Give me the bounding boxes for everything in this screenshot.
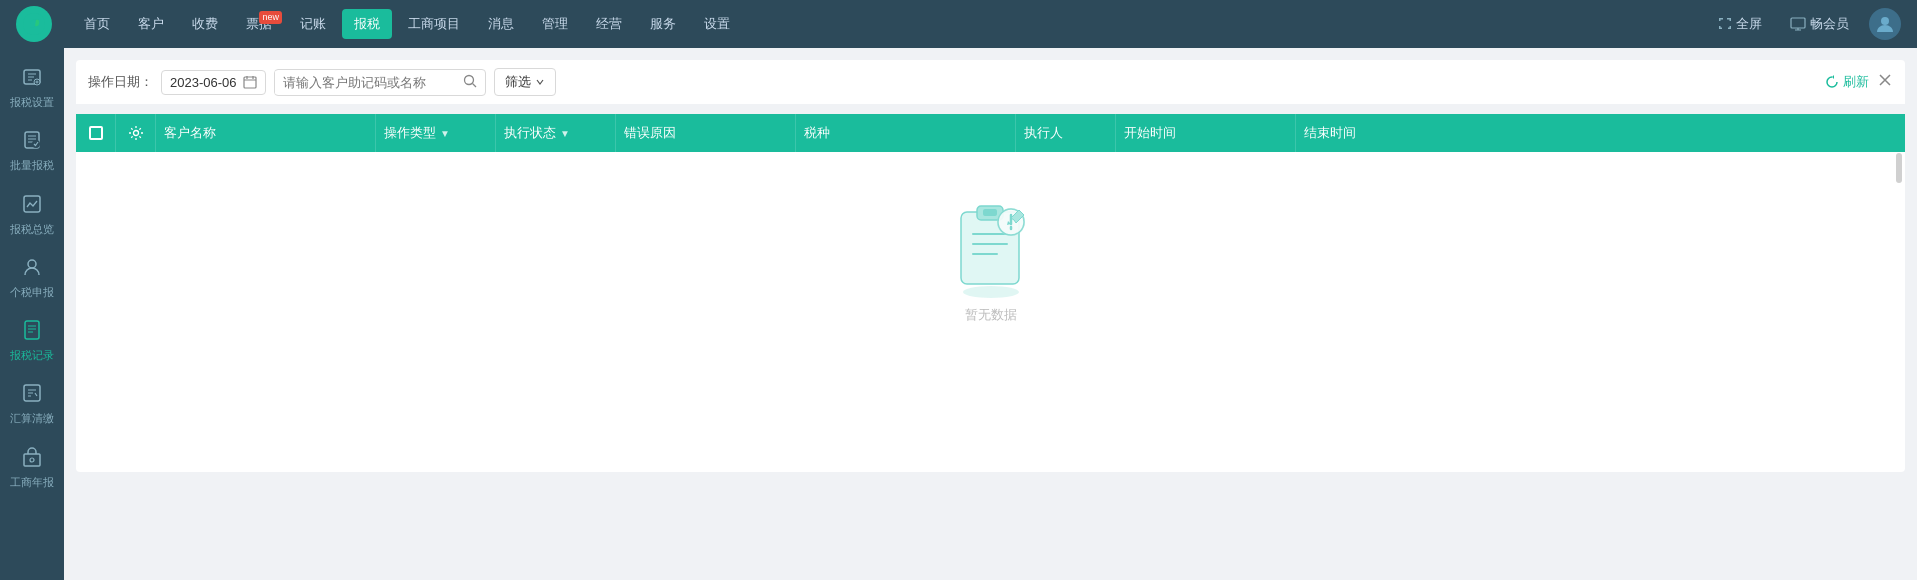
sidebar-label-settlement: 汇算清缴 [10, 411, 54, 425]
tax-record-icon [21, 319, 43, 344]
personal-tax-icon [21, 256, 43, 281]
scrollbar-thumb[interactable] [1896, 153, 1902, 183]
scrollbar-track[interactable] [1895, 152, 1903, 472]
search-icon [463, 74, 477, 88]
nav-mgmt[interactable]: 管理 [530, 9, 580, 39]
date-value: 2023-06-06 [170, 75, 237, 90]
empty-state: 暂无数据 [76, 152, 1905, 384]
top-navigation: 首页 客户 收费 票据 new 记账 报税 工商项目 消息 管理 经营 服务 设… [0, 0, 1917, 48]
th-op-type: 操作类型 ▼ [376, 114, 496, 152]
th-error-reason: 错误原因 [616, 114, 796, 152]
nav-menu: 首页 客户 收费 票据 new 记账 报税 工商项目 消息 管理 经营 服务 设… [72, 9, 1710, 39]
search-box [274, 69, 486, 96]
svg-point-16 [963, 286, 1019, 298]
th-checkbox[interactable] [76, 114, 116, 152]
nav-settings[interactable]: 设置 [692, 9, 742, 39]
op-type-sort-icon[interactable]: ▼ [440, 128, 450, 139]
toolbar-right: 刷新 [1825, 72, 1893, 92]
app-logo[interactable] [16, 6, 52, 42]
avatar-icon [1873, 12, 1897, 36]
refresh-button[interactable]: 刷新 [1825, 73, 1869, 91]
close-icon [1877, 72, 1893, 88]
data-table: 客户名称 操作类型 ▼ 执行状态 ▼ 错误原因 税种 执行人 [76, 114, 1905, 472]
th-client-name: 客户名称 [156, 114, 376, 152]
calendar-icon [243, 75, 257, 89]
sidebar-label-tax-record: 报税记录 [10, 348, 54, 362]
svg-rect-9 [25, 321, 39, 339]
sidebar-item-annual-report[interactable]: 工商年报 [0, 436, 64, 499]
sidebar-item-personal-tax[interactable]: 个税申报 [0, 246, 64, 309]
svg-rect-7 [24, 196, 40, 212]
nav-account[interactable]: 记账 [288, 9, 338, 39]
top-right-actions: 全屏 畅会员 [1710, 8, 1901, 40]
nav-home[interactable]: 首页 [72, 9, 122, 39]
header-checkbox[interactable] [89, 126, 103, 140]
main-layout: 报税设置 批量报税 报税总览 [0, 48, 1917, 580]
fullscreen-icon [1718, 17, 1732, 31]
date-label: 操作日期： [88, 73, 153, 91]
nav-invoice[interactable]: 票据 new [234, 9, 284, 39]
svg-point-15 [133, 131, 138, 136]
column-settings-icon [128, 125, 144, 141]
sidebar-item-batch-tax[interactable]: 批量报税 [0, 119, 64, 182]
svg-point-2 [1881, 17, 1889, 25]
search-button[interactable] [455, 70, 485, 95]
sidebar-item-tax-record[interactable]: 报税记录 [0, 309, 64, 372]
exec-status-sort-icon[interactable]: ▼ [560, 128, 570, 139]
nav-tax[interactable]: 报税 [342, 9, 392, 39]
nav-biz[interactable]: 工商项目 [396, 9, 472, 39]
tax-settings-icon [21, 66, 43, 91]
sidebar-item-tax-summary[interactable]: 报税总览 [0, 183, 64, 246]
new-badge: new [259, 11, 282, 24]
close-button[interactable] [1877, 72, 1893, 92]
th-start-time: 开始时间 [1116, 114, 1296, 152]
sidebar: 报税设置 批量报税 报税总览 [0, 48, 64, 580]
content-area: 操作日期： 2023-06-06 筛选 [64, 48, 1917, 580]
nav-client[interactable]: 客户 [126, 9, 176, 39]
sidebar-label-tax-summary: 报税总览 [10, 222, 54, 236]
sidebar-item-settlement[interactable]: 汇算清缴 [0, 372, 64, 435]
search-input[interactable] [275, 71, 455, 94]
svg-rect-19 [983, 209, 997, 216]
refresh-icon [1825, 75, 1839, 89]
tax-summary-icon [21, 193, 43, 218]
batch-tax-icon [21, 129, 43, 154]
fullscreen-button[interactable]: 全屏 [1710, 11, 1770, 37]
svg-rect-13 [244, 77, 256, 88]
tv-icon [1790, 16, 1806, 32]
nav-fee[interactable]: 收费 [180, 9, 230, 39]
table-header: 客户名称 操作类型 ▼ 执行状态 ▼ 错误原因 税种 执行人 [76, 114, 1905, 152]
th-end-time: 结束时间 [1296, 114, 1436, 152]
toolbar: 操作日期： 2023-06-06 筛选 [76, 60, 1905, 104]
empty-illustration [941, 192, 1041, 302]
sidebar-label-annual-report: 工商年报 [10, 475, 54, 489]
table-body: 暂无数据 [76, 152, 1905, 472]
annual-report-icon [21, 446, 43, 471]
member-button[interactable]: 畅会员 [1782, 11, 1857, 37]
sidebar-label-personal-tax: 个税申报 [10, 285, 54, 299]
svg-rect-1 [1791, 18, 1805, 28]
th-tax-type: 税种 [796, 114, 1016, 152]
nav-msg[interactable]: 消息 [476, 9, 526, 39]
th-exec-status: 执行状态 ▼ [496, 114, 616, 152]
settlement-icon [21, 382, 43, 407]
empty-text: 暂无数据 [965, 306, 1017, 324]
user-avatar[interactable] [1869, 8, 1901, 40]
chevron-down-icon [535, 77, 545, 87]
sidebar-item-tax-settings[interactable]: 报税设置 [0, 56, 64, 119]
svg-point-14 [464, 75, 473, 84]
svg-point-8 [28, 260, 36, 268]
sidebar-label-batch-tax: 批量报税 [10, 158, 54, 172]
filter-button[interactable]: 筛选 [494, 68, 556, 96]
svg-rect-11 [24, 454, 40, 466]
nav-ops[interactable]: 经营 [584, 9, 634, 39]
th-settings[interactable] [116, 114, 156, 152]
nav-service[interactable]: 服务 [638, 9, 688, 39]
th-executor: 执行人 [1016, 114, 1116, 152]
svg-point-12 [30, 458, 34, 462]
date-picker[interactable]: 2023-06-06 [161, 70, 266, 95]
sidebar-label-tax-settings: 报税设置 [10, 95, 54, 109]
